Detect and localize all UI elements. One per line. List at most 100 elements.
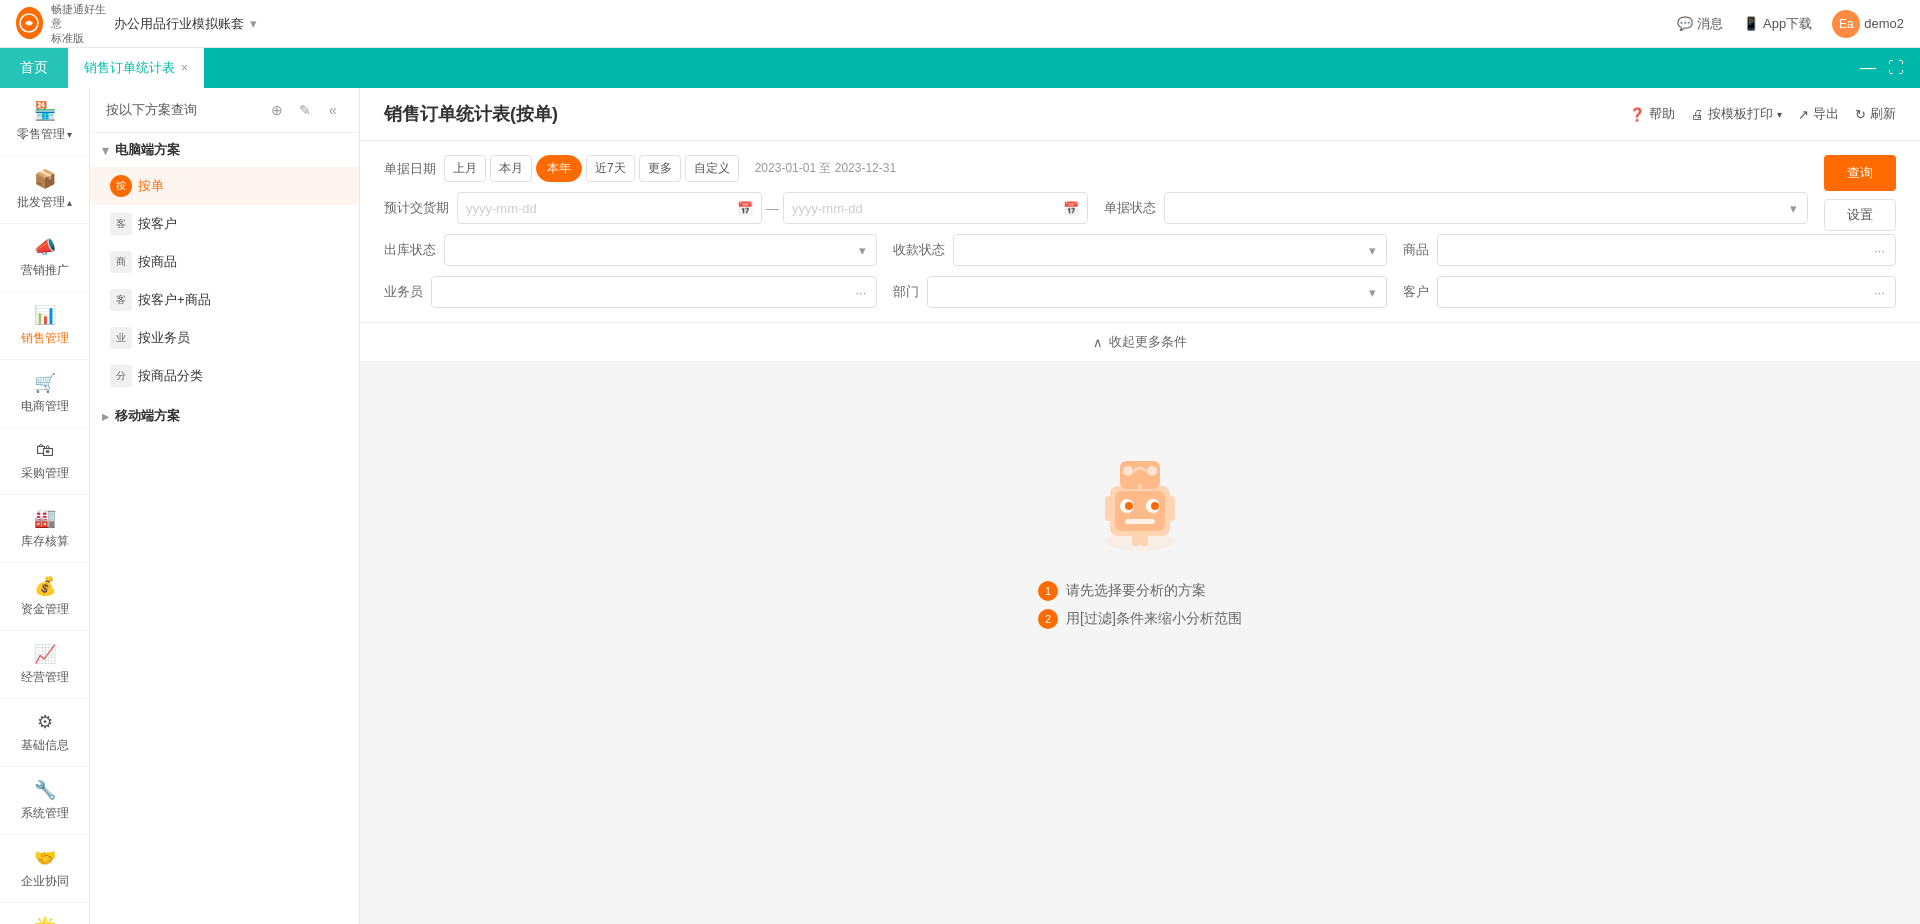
basic-icon: ⚙ (0, 711, 89, 733)
dept-select[interactable]: ▾ (927, 276, 1386, 308)
svg-point-7 (1151, 502, 1159, 510)
tree-item-by-customer[interactable]: 客 按客户 (90, 205, 359, 243)
settings-btn[interactable]: 设置 (1824, 199, 1896, 231)
help-icon: ❓ (1629, 107, 1645, 122)
dept-chevron: ▾ (1369, 285, 1376, 300)
svg-rect-15 (1132, 534, 1140, 546)
sidebar-item-system[interactable]: 🔧 系统管理 (0, 767, 89, 835)
tab-close-icon[interactable]: × (181, 61, 188, 75)
message-btn[interactable]: 💬 消息 (1677, 15, 1723, 33)
sidebar-item-inventory[interactable]: 🏭 库存核算 (0, 495, 89, 563)
section-arrow-icon: ▾ (102, 143, 109, 158)
message-icon: 💬 (1677, 16, 1693, 31)
tree-item-by-salesman[interactable]: 业 按业务员 (90, 319, 359, 357)
sidebar: 🏪 零售管理▾ 📦 批发管理▴ 📣 营销推广 📊 销售管理 🛒 电商管理 🛍 采… (0, 88, 90, 924)
dept-field: 部门 ▾ (893, 276, 1386, 308)
sidebar-item-ecommerce[interactable]: 🛒 电商管理 (0, 360, 89, 428)
sidebar-item-cooperation[interactable]: 🤝 企业协同 (0, 835, 89, 903)
goods-select[interactable]: ··· (1437, 234, 1896, 266)
edit-icon: ✎ (299, 102, 311, 118)
title-dropdown-icon[interactable]: ▾ (250, 16, 257, 31)
bill-status-chevron: ▾ (1790, 201, 1797, 216)
collapse-conditions-btn[interactable]: ∧ 收起更多条件 (360, 322, 1920, 361)
app-icon: 📱 (1743, 16, 1759, 31)
date-btn-this-year[interactable]: 本年 (536, 155, 582, 182)
sidebar-item-ecommerce-label: 电商管理 (0, 398, 89, 415)
sidebar-item-cooperation-label: 企业协同 (0, 873, 89, 890)
tab-bar: 首页 销售订单统计表 × — ⛶ (0, 48, 1920, 88)
order-icon: 按 (110, 175, 132, 197)
topbar-right: 💬 消息 📱 App下载 Ea demo2 (1677, 10, 1904, 38)
export-btn[interactable]: ↗ 导出 (1798, 105, 1839, 123)
tree-item-by-goods[interactable]: 商 按商品 (90, 243, 359, 281)
date-filter-row: 单据日期 上月 本月 本年 近7天 更多 自定义 2023-01-01 至 20… (384, 155, 1808, 182)
page-title: 销售订单统计表(按单) (384, 102, 558, 140)
sidebar-item-retail[interactable]: 🏪 零售管理▾ (0, 88, 89, 156)
sales-icon: 📊 (0, 304, 89, 326)
tree-item-by-customer-goods[interactable]: 客 按客户+商品 (90, 281, 359, 319)
filter-fields-row3: 业务员 ··· 部门 ▾ 客户 (360, 276, 1920, 322)
tab-minimize-icon[interactable]: — (1860, 59, 1876, 77)
app-download-btn[interactable]: 📱 App下载 (1743, 15, 1812, 33)
sidebar-item-purchase[interactable]: 🛍 采购管理 (0, 428, 89, 495)
payment-status-label: 收款状态 (893, 241, 945, 259)
salesman-field: 业务员 ··· (384, 276, 877, 308)
add-scheme-btn[interactable]: ⊕ (267, 100, 287, 120)
sidebar-item-newuser[interactable]: 🌟 新手引导 (0, 903, 89, 924)
out-status-label: 出库状态 (384, 241, 436, 259)
sidebar-item-sales-label: 销售管理 (0, 330, 89, 347)
date-btn-this-month[interactable]: 本月 (490, 155, 532, 182)
svg-rect-10 (1167, 496, 1175, 521)
payment-status-select[interactable]: ▾ (953, 234, 1386, 266)
sidebar-item-basic[interactable]: ⚙ 基础信息 (0, 699, 89, 767)
user-area[interactable]: Ea demo2 (1832, 10, 1904, 38)
sidebar-item-finance[interactable]: 💰 资金管理 (0, 563, 89, 631)
bill-status-label: 单据状态 (1104, 199, 1156, 217)
refresh-btn[interactable]: ↻ 刷新 (1855, 105, 1896, 123)
left-panel-header: 按以下方案查询 ⊕ ✎ « (90, 88, 359, 133)
end-date-input[interactable]: yyyy-mm-dd 📅 (783, 192, 1088, 224)
sidebar-item-sales[interactable]: 📊 销售管理 (0, 292, 89, 360)
date-range-separator: — (766, 201, 779, 216)
out-status-select[interactable]: ▾ (444, 234, 877, 266)
svg-point-13 (1123, 466, 1133, 476)
tree-item-by-category[interactable]: 分 按商品分类 (90, 357, 359, 395)
date-range-input: yyyy-mm-dd 📅 — yyyy-mm-dd 📅 (457, 192, 1088, 224)
print-btn[interactable]: 🖨 按模板打印 ▾ (1691, 105, 1782, 123)
filter-fields-row2: 出库状态 ▾ 收款状态 ▾ (360, 234, 1920, 276)
tabbar-right: — ⛶ (1860, 59, 1920, 77)
date-quick-filter: 上月 本月 本年 近7天 更多 自定义 (444, 155, 739, 182)
tab-active[interactable]: 销售订单统计表 × (68, 48, 204, 88)
goods-label: 商品 (1403, 241, 1429, 259)
empty-steps: 1 请先选择要分析的方案 2 用[过滤]条件来缩小分析范围 (1038, 581, 1242, 637)
tree-item-by-order[interactable]: 按 按单 (90, 167, 359, 205)
tab-expand-icon[interactable]: ⛶ (1888, 59, 1904, 77)
sidebar-item-marketing[interactable]: 📣 营销推广 (0, 224, 89, 292)
title-area: 办公用品行业模拟账套 ▾ (114, 15, 257, 33)
tab-home[interactable]: 首页 (0, 48, 68, 88)
svg-rect-9 (1105, 496, 1113, 521)
right-panel: 销售订单统计表(按单) ❓ 帮助 🖨 按模板打印 ▾ ↗ 导出 (360, 88, 1920, 924)
tree-section-mobile[interactable]: ▸ 移动端方案 (90, 399, 359, 433)
bill-status-select[interactable]: ▾ (1164, 192, 1808, 224)
edit-scheme-btn[interactable]: ✎ (295, 100, 315, 120)
date-btn-custom[interactable]: 自定义 (685, 155, 739, 182)
date-btn-more[interactable]: 更多 (639, 155, 681, 182)
date-btn-last-month[interactable]: 上月 (444, 155, 486, 182)
start-date-input[interactable]: yyyy-mm-dd 📅 (457, 192, 762, 224)
sidebar-item-wholesale[interactable]: 📦 批发管理▴ (0, 156, 89, 224)
salesman-select[interactable]: ··· (431, 276, 877, 308)
collapse-icon: « (329, 102, 337, 118)
page-header-actions: ❓ 帮助 🖨 按模板打印 ▾ ↗ 导出 ↻ 刷新 (1629, 105, 1896, 137)
sidebar-item-inventory-label: 库存核算 (0, 533, 89, 550)
help-btn[interactable]: ❓ 帮助 (1629, 105, 1675, 123)
customer-select[interactable]: ··· (1437, 276, 1896, 308)
date-btn-7days[interactable]: 近7天 (586, 155, 635, 182)
tree-section-pc[interactable]: ▾ 电脑端方案 (90, 133, 359, 167)
marketing-icon: 📣 (0, 236, 89, 258)
logo-text: 畅捷通好生意 标准版 (51, 2, 106, 45)
sidebar-item-business[interactable]: 📈 经营管理 (0, 631, 89, 699)
collapse-panel-btn[interactable]: « (323, 100, 343, 120)
query-btn[interactable]: 查询 (1824, 155, 1896, 191)
customer-field: 客户 ··· (1403, 276, 1896, 308)
